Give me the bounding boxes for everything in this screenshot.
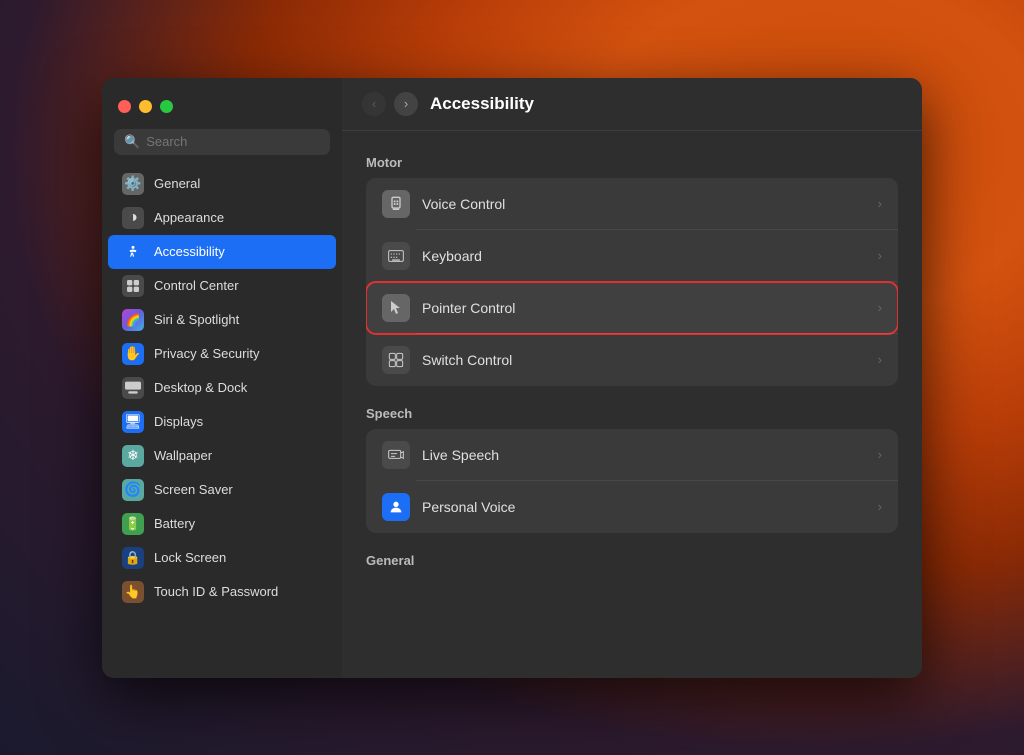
- sidebar-item-appearance[interactable]: ◑ Appearance: [108, 201, 336, 235]
- motor-settings-group: Voice Control ›: [366, 178, 898, 386]
- sidebar-item-label: Battery: [154, 516, 195, 531]
- content-header: ‹ › Accessibility: [342, 78, 922, 131]
- motor-section-header: Motor: [366, 155, 898, 170]
- chevron-icon: ›: [878, 352, 882, 367]
- pointer-control-row[interactable]: Pointer Control ›: [366, 282, 898, 334]
- personal-voice-row[interactable]: Personal Voice ›: [366, 481, 898, 533]
- search-box[interactable]: 🔍: [114, 129, 330, 155]
- switch-control-row[interactable]: Switch Control ›: [366, 334, 898, 386]
- sidebar-item-touch-id[interactable]: 👆 Touch ID & Password: [108, 575, 336, 609]
- sidebar-item-label: Wallpaper: [154, 448, 212, 463]
- pointer-control-label: Pointer Control: [422, 300, 866, 316]
- battery-icon: 🔋: [122, 513, 144, 535]
- sidebar-item-label: General: [154, 176, 200, 191]
- close-button[interactable]: [118, 100, 131, 113]
- sidebar-item-displays[interactable]: 🖥 Displays: [108, 405, 336, 439]
- appearance-icon: ◑: [122, 207, 144, 229]
- accessibility-icon: [122, 241, 144, 263]
- desktop-dock-icon: [122, 377, 144, 399]
- sidebar-item-label: Control Center: [154, 278, 239, 293]
- sidebar-item-label: Desktop & Dock: [154, 380, 247, 395]
- speech-settings-group: Live Speech › Personal Voice ›: [366, 429, 898, 533]
- sidebar-item-label: Siri & Spotlight: [154, 312, 239, 327]
- siri-icon: 🌈: [122, 309, 144, 331]
- sidebar-item-label: Touch ID & Password: [154, 584, 278, 599]
- privacy-icon: ✋: [122, 343, 144, 365]
- voice-control-icon: [382, 190, 410, 218]
- chevron-icon: ›: [878, 447, 882, 462]
- chevron-icon: ›: [878, 300, 882, 315]
- speech-section-header: Speech: [366, 406, 898, 421]
- keyboard-row[interactable]: Keyboard ›: [366, 230, 898, 282]
- forward-button[interactable]: ›: [394, 92, 418, 116]
- switch-control-icon: [382, 346, 410, 374]
- chevron-icon: ›: [878, 499, 882, 514]
- live-speech-icon: [382, 441, 410, 469]
- personal-voice-icon: [382, 493, 410, 521]
- sidebar-item-wallpaper[interactable]: ❄ Wallpaper: [108, 439, 336, 473]
- sidebar-item-desktop-dock[interactable]: Desktop & Dock: [108, 371, 336, 405]
- chevron-icon: ›: [878, 196, 882, 211]
- sidebar-item-label: Displays: [154, 414, 203, 429]
- sidebar-item-label: Appearance: [154, 210, 224, 225]
- settings-window: 🔍 ⚙️ General ◑ Appearance: [102, 78, 922, 678]
- voice-control-label: Voice Control: [422, 196, 866, 212]
- search-icon: 🔍: [124, 134, 140, 150]
- sidebar-item-siri[interactable]: 🌈 Siri & Spotlight: [108, 303, 336, 337]
- live-speech-row[interactable]: Live Speech ›: [366, 429, 898, 481]
- general-section-header: General: [366, 553, 898, 568]
- window-layout: 🔍 ⚙️ General ◑ Appearance: [102, 78, 922, 678]
- sidebar-item-accessibility[interactable]: Accessibility: [108, 235, 336, 269]
- sidebar-item-lock-screen[interactable]: 🔒 Lock Screen: [108, 541, 336, 575]
- main-content: ‹ › Accessibility Motor: [342, 78, 922, 678]
- page-title: Accessibility: [430, 94, 534, 114]
- sidebar-item-battery[interactable]: 🔋 Battery: [108, 507, 336, 541]
- sidebar-item-label: Lock Screen: [154, 550, 226, 565]
- traffic-lights: [102, 90, 342, 129]
- sidebar-item-label: Accessibility: [154, 244, 225, 259]
- displays-icon: 🖥: [122, 411, 144, 433]
- search-input[interactable]: [146, 134, 320, 149]
- switch-control-label: Switch Control: [422, 352, 866, 368]
- live-speech-label: Live Speech: [422, 447, 866, 463]
- general-icon: ⚙️: [122, 173, 144, 195]
- lock-screen-icon: 🔒: [122, 547, 144, 569]
- maximize-button[interactable]: [160, 100, 173, 113]
- voice-control-row[interactable]: Voice Control ›: [366, 178, 898, 230]
- chevron-icon: ›: [878, 248, 882, 263]
- control-center-icon: [122, 275, 144, 297]
- keyboard-icon: [382, 242, 410, 270]
- screen-saver-icon: 🌀: [122, 479, 144, 501]
- sidebar-item-control-center[interactable]: Control Center: [108, 269, 336, 303]
- keyboard-label: Keyboard: [422, 248, 866, 264]
- sidebar-item-privacy[interactable]: ✋ Privacy & Security: [108, 337, 336, 371]
- back-button[interactable]: ‹: [362, 92, 386, 116]
- sidebar: 🔍 ⚙️ General ◑ Appearance: [102, 78, 342, 678]
- personal-voice-label: Personal Voice: [422, 499, 866, 515]
- sidebar-item-general[interactable]: ⚙️ General: [108, 167, 336, 201]
- content-body: Motor Voi: [342, 131, 922, 596]
- touch-id-icon: 👆: [122, 581, 144, 603]
- sidebar-item-label: Privacy & Security: [154, 346, 259, 361]
- sidebar-item-label: Screen Saver: [154, 482, 233, 497]
- wallpaper-icon: ❄: [122, 445, 144, 467]
- sidebar-item-screen-saver[interactable]: 🌀 Screen Saver: [108, 473, 336, 507]
- minimize-button[interactable]: [139, 100, 152, 113]
- pointer-control-icon: [382, 294, 410, 322]
